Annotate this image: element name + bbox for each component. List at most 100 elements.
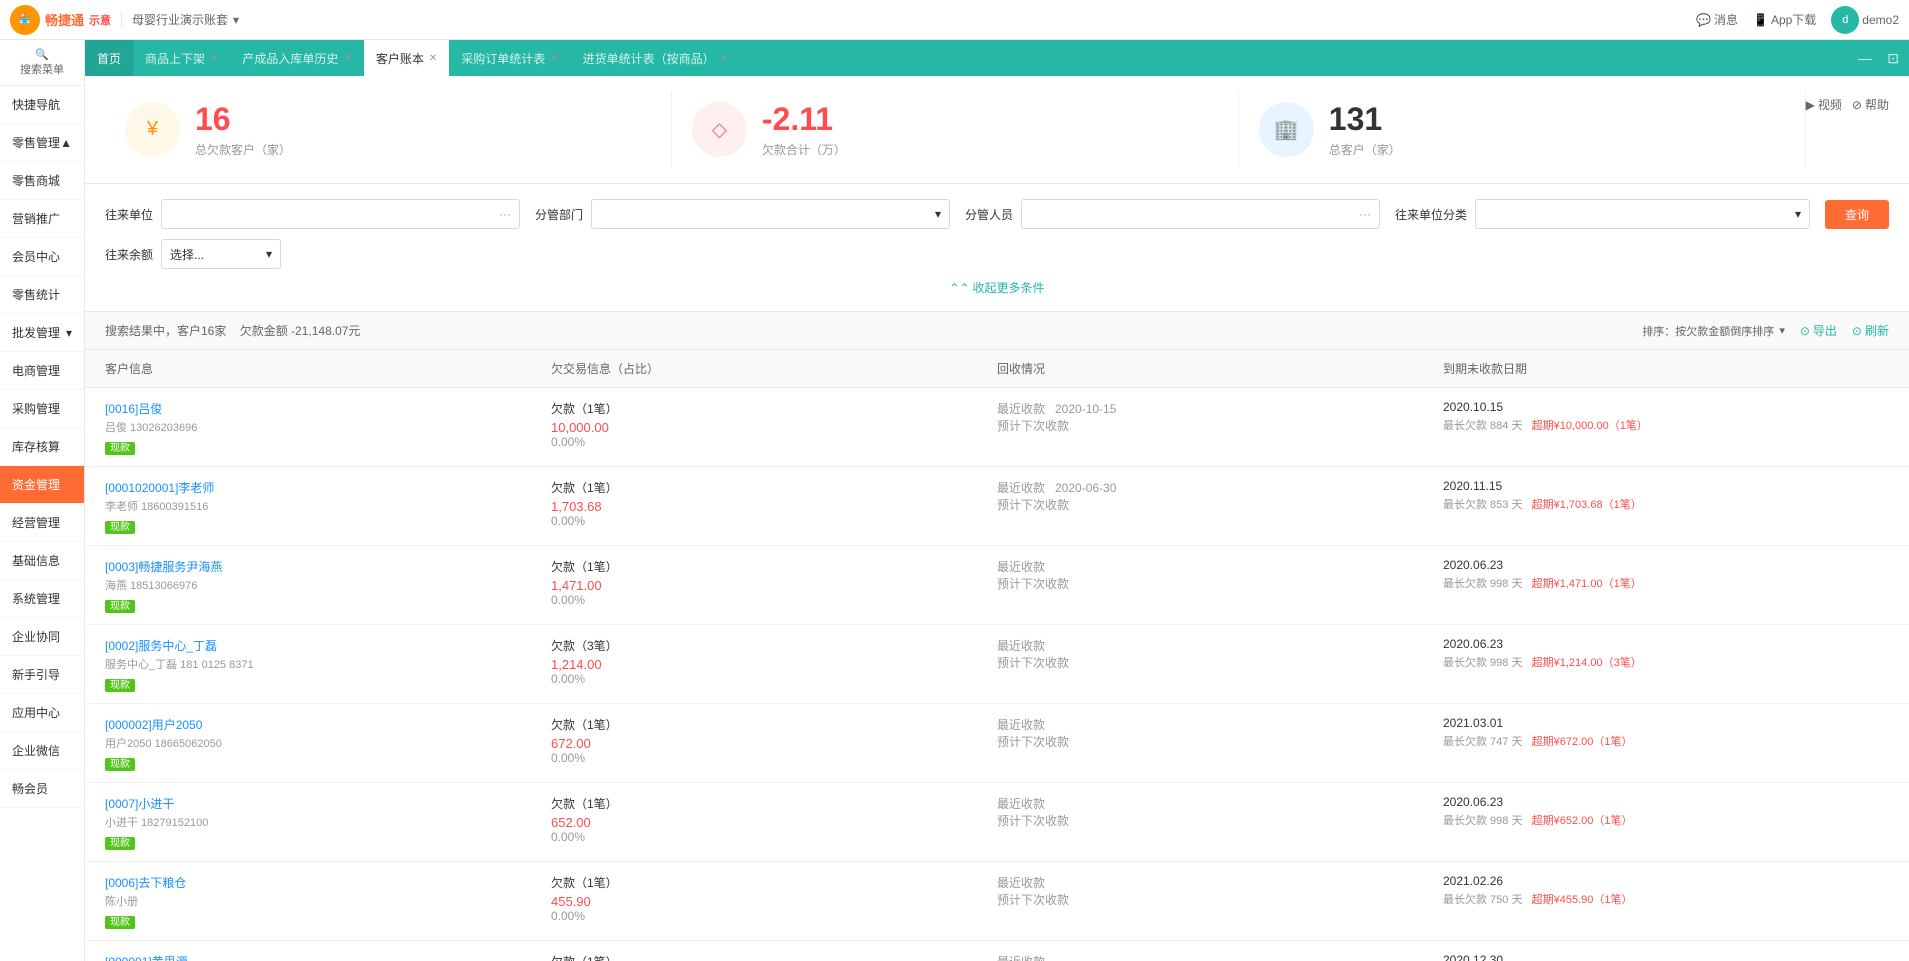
debt-amount: 652.00 <box>551 815 997 830</box>
overdue-days: 最长欠款 747 天 超期¥672.00（1笔） <box>1443 733 1889 749</box>
search-button[interactable]: 查询 <box>1825 200 1889 229</box>
tab-product-shelf-close-icon[interactable]: ✕ <box>210 53 218 64</box>
tab-home[interactable]: 首页 <box>85 40 133 76</box>
stat-card-total-customers: 🏢 131 总客户（家） <box>1239 91 1806 168</box>
table-col-debt: 欠交易信息（占比） <box>551 360 997 377</box>
debt-info-cell: 欠款（3笔） 1,214.00 0.00% <box>551 637 997 686</box>
new-guide-label: 新手引导 <box>12 666 60 683</box>
customer-name-link[interactable]: [0016]吕俊 <box>105 400 551 417</box>
stat-label-debt-total: 欠款合计（万） <box>762 141 846 158</box>
overdue-link[interactable]: 超期¥1,471.00（1笔） <box>1532 578 1642 590</box>
tab-purchase-order-close-icon[interactable]: ✕ <box>550 53 558 64</box>
debt-count: 欠款（1笔） <box>551 558 997 575</box>
debt-info-cell: 欠款（1笔） 1,703.68 0.00% <box>551 479 997 528</box>
due-date: 2021.02.26 <box>1443 874 1889 888</box>
customer-name-link[interactable]: [0006]去下粮仓 <box>105 874 551 891</box>
customer-info-cell: [0003]畅捷服务尹海燕 海燕 18513066976 现款 <box>105 558 551 612</box>
debt-amount: 455.90 <box>551 894 997 909</box>
app-icon: 📱 <box>1753 13 1768 27</box>
overdue-link[interactable]: 超期¥672.00（1笔） <box>1532 736 1633 748</box>
collect-info-cell: 最近收款 2020-06-30 预计下次收款 <box>997 479 1443 513</box>
overdue-link[interactable]: 超期¥10,000.00（1笔） <box>1532 420 1648 432</box>
sidebar-item-retail-mgmt[interactable]: 零售管理 ▲ <box>0 124 84 162</box>
last-collect-label: 最近收款 2020-06-30 <box>997 479 1443 496</box>
message-btn[interactable]: 💬 消息 <box>1696 11 1738 28</box>
sort-area: 排序：按欠款金额倒序排序 ▾ <box>1642 323 1785 339</box>
overdue-link[interactable]: 超期¥455.90（1笔） <box>1532 894 1633 906</box>
debt-info-cell: 欠款（1笔） 429.00 0.00% <box>551 953 997 961</box>
filter-input-person-dots-icon: ··· <box>1359 207 1371 221</box>
next-collect-label: 预计下次收款 <box>997 733 1443 750</box>
tab-maximize-icon[interactable]: ⊡ <box>1882 50 1904 67</box>
sidebar-item-marketing[interactable]: 营销推广 <box>0 200 84 238</box>
sidebar-item-member[interactable]: 会员中心 <box>0 238 84 276</box>
overdue-link[interactable]: 超期¥1,214.00（3笔） <box>1532 657 1642 669</box>
debt-ratio: 0.00% <box>551 435 997 449</box>
stat-icon-total-customers: 🏢 <box>1259 102 1314 157</box>
collapse-btn[interactable]: ⌃⌃ 收起更多条件 <box>105 279 1889 296</box>
stat-card-debt-total: ◇ -2.11 欠款合计（万） <box>672 91 1239 168</box>
sidebar-item-company-coop[interactable]: 企业协同 <box>0 618 84 656</box>
sidebar-item-ops[interactable]: 经营管理 <box>0 504 84 542</box>
video-btn[interactable]: ▶ 视频 <box>1806 96 1842 113</box>
customer-name-link[interactable]: [000002]用户2050 <box>105 716 551 733</box>
tab-product-shelf[interactable]: 商品上下架 ✕ <box>133 40 230 76</box>
sidebar-item-quick-nav[interactable]: 快捷导航 <box>0 86 84 124</box>
sidebar-item-app-center[interactable]: 应用中心 <box>0 694 84 732</box>
tab-purchase-stat-close-icon[interactable]: ✕ <box>720 53 728 64</box>
filter-select-balance[interactable]: 选择... ▾ <box>161 239 281 269</box>
tab-purchase-stat[interactable]: 进货单统计表（按商品） ✕ <box>571 40 740 76</box>
help-btn[interactable]: ⊘ 帮助 <box>1852 96 1889 113</box>
sidebar-item-retail-shop[interactable]: 零售商城 <box>0 162 84 200</box>
filter-select-balance-text: 选择... <box>170 246 204 263</box>
filter-select-category[interactable]: ▾ <box>1475 199 1810 229</box>
sidebar-item-ecom[interactable]: 电商管理 <box>0 352 84 390</box>
last-collect-label: 最近收款 <box>997 637 1443 654</box>
export-btn[interactable]: ⊙ 导出 <box>1800 322 1837 339</box>
search-menu-btn[interactable]: 🔍 搜索菜单 <box>0 40 84 86</box>
debt-amount: 1,471.00 <box>551 578 997 593</box>
tab-product-history[interactable]: 产成品入库单历史 ✕ <box>230 40 363 76</box>
table-row: [000002]用户2050 用户2050 18665062050 现款 欠款（… <box>85 704 1909 783</box>
overdue-link[interactable]: 超期¥652.00（1笔） <box>1532 815 1633 827</box>
customer-name-link[interactable]: [0007]小进干 <box>105 795 551 812</box>
customer-contact: 陈小册 <box>105 893 551 909</box>
user-avatar-btn[interactable]: d demo2 <box>1831 6 1899 34</box>
sidebar-item-basic-info[interactable]: 基础信息 <box>0 542 84 580</box>
sidebar-item-inventory[interactable]: 库存核算 <box>0 428 84 466</box>
tab-minimize-icon[interactable]: — <box>1853 50 1877 66</box>
sidebar-item-corp-wechat[interactable]: 企业微信 <box>0 732 84 770</box>
app-download-btn[interactable]: 📱 App下载 <box>1753 11 1816 28</box>
customer-name-link[interactable]: [0003]畅捷服务尹海燕 <box>105 558 551 575</box>
tab-purchase-order[interactable]: 采购订单统计表 ✕ <box>449 40 570 76</box>
last-collect-label: 最近收款 <box>997 874 1443 891</box>
filter-input-partner[interactable]: ··· <box>161 199 520 229</box>
sidebar-item-batch-mgmt[interactable]: 批发管理 ▾ <box>0 314 84 352</box>
sidebar-item-purchase[interactable]: 采购管理 <box>0 390 84 428</box>
overdue-link[interactable]: 超期¥1,703.68（1笔） <box>1532 499 1642 511</box>
tab-product-history-close-icon[interactable]: ✕ <box>343 53 351 64</box>
tab-customer-account[interactable]: 客户账本 ✕ <box>364 40 449 76</box>
customer-name-link[interactable]: [0001020001]李老师 <box>105 479 551 496</box>
filter-input-person[interactable]: ··· <box>1021 199 1380 229</box>
customer-name-link[interactable]: [0002]服务中心_丁磊 <box>105 637 551 654</box>
refresh-btn[interactable]: ⊙ 刷新 <box>1852 322 1889 339</box>
sidebar-item-new-guide[interactable]: 新手引导 <box>0 656 84 694</box>
last-collect-label: 最近收款 2020-10-15 <box>997 400 1443 417</box>
quick-nav-label: 快捷导航 <box>12 96 60 113</box>
filter-item-person: 分管人员 ··· <box>965 199 1380 229</box>
sidebar-item-retail-stat[interactable]: 零售统计 <box>0 276 84 314</box>
tab-customer-account-close-icon[interactable]: ✕ <box>429 53 437 64</box>
sidebar-item-system[interactable]: 系统管理 <box>0 580 84 618</box>
tab-purchase-stat-label: 进货单统计表（按商品） <box>583 50 715 67</box>
table-col-collect: 回收情况 <box>997 360 1443 377</box>
sidebar-item-vip[interactable]: 畅会员 <box>0 770 84 808</box>
customer-name-link[interactable]: [000001]黄思源 <box>105 953 551 961</box>
company-selector[interactable]: 母婴行业演示账套 ▾ <box>121 11 239 28</box>
sidebar-item-finance[interactable]: 资金管理 <box>0 466 84 504</box>
debt-count: 欠款（3笔） <box>551 637 997 654</box>
table-row: [000001]黄思源 黄思源 13552700226 现款 欠款（1笔） 42… <box>85 941 1909 961</box>
layout: 🔍 搜索菜单 快捷导航 零售管理 ▲ 零售商城 营销推广 会员中心 零售统计 批… <box>0 40 1909 961</box>
filter-select-dept[interactable]: ▾ <box>591 199 950 229</box>
due-date: 2020.11.15 <box>1443 479 1889 493</box>
